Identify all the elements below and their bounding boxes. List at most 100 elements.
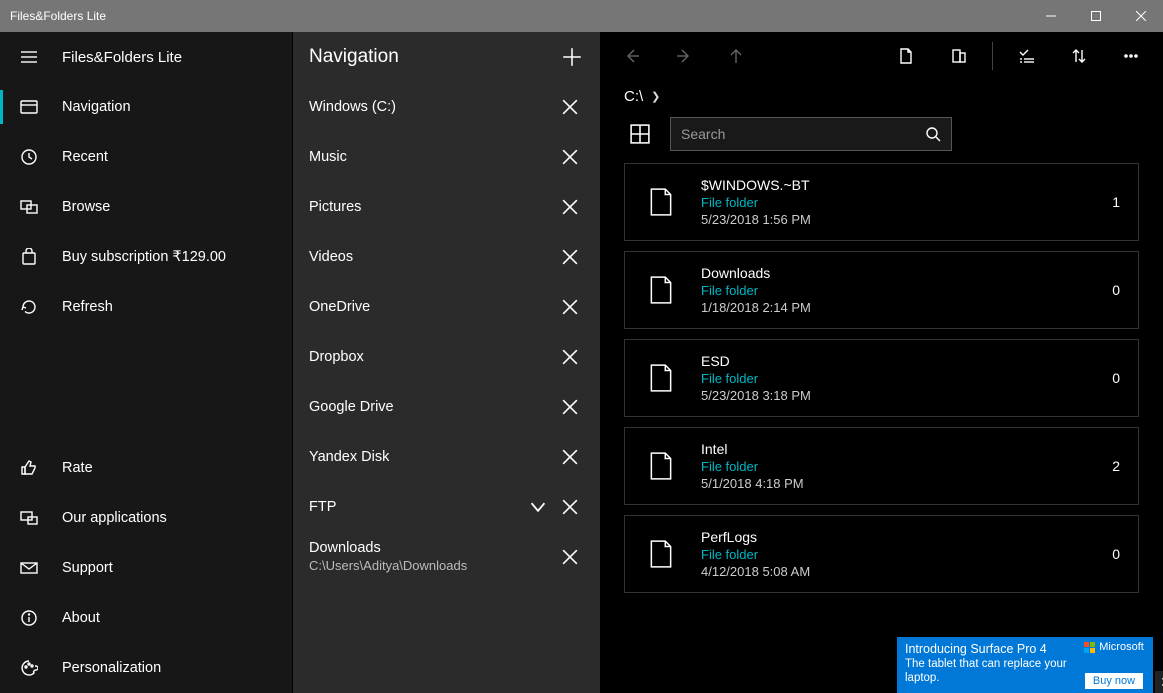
sidebar-item-recent[interactable]: Recent	[0, 132, 292, 182]
toolbar	[600, 32, 1163, 80]
advertisement[interactable]: Introducing Surface Pro 4 The tablet tha…	[897, 637, 1153, 693]
add-location-button[interactable]	[560, 45, 584, 69]
ad-close-button[interactable]: ✕	[1155, 671, 1163, 693]
select-button[interactable]	[1003, 34, 1051, 78]
clock-icon	[18, 146, 40, 168]
sidebar-item-personalization[interactable]: Personalization	[0, 643, 292, 693]
file-type: File folder	[701, 283, 1102, 298]
file-name: PerfLogs	[701, 529, 1102, 545]
search-box[interactable]	[670, 117, 952, 151]
refresh-icon	[18, 296, 40, 318]
window-title: Files&Folders Lite	[10, 9, 1028, 23]
file-type: File folder	[701, 195, 1102, 210]
file-item[interactable]: $WINDOWS.~BTFile folder5/23/2018 1:56 PM…	[624, 163, 1139, 241]
up-button[interactable]	[712, 34, 760, 78]
sidebar-item-label: Recent	[62, 149, 108, 165]
nav-item[interactable]: Windows (C:)	[293, 82, 600, 132]
remove-location-button[interactable]	[556, 299, 584, 315]
search-input[interactable]	[681, 126, 925, 142]
nav-item-label: Yandex Disk	[309, 449, 552, 465]
remove-location-button[interactable]	[556, 99, 584, 115]
window-titlebar: Files&Folders Lite	[0, 0, 1163, 32]
file-count: 0	[1102, 546, 1120, 562]
ad-brand: Microsoft	[1084, 641, 1144, 653]
breadcrumb[interactable]: C:\ ❯	[600, 80, 1163, 109]
file-list: $WINDOWS.~BTFile folder5/23/2018 1:56 PM…	[600, 163, 1163, 693]
nav-icon	[18, 96, 40, 118]
file-name: Intel	[701, 441, 1102, 457]
remove-location-button[interactable]	[556, 549, 584, 565]
sidebar-item-browse[interactable]: Browse	[0, 182, 292, 232]
file-type: File folder	[701, 547, 1102, 562]
nav-item-label: Downloads	[309, 540, 552, 556]
folder-icon	[643, 270, 679, 310]
nav-item[interactable]: Music	[293, 132, 600, 182]
nav-item[interactable]: Pictures	[293, 182, 600, 232]
sort-button[interactable]	[1055, 34, 1103, 78]
nav-item[interactable]: Videos	[293, 232, 600, 282]
nav-item[interactable]: Yandex Disk	[293, 432, 600, 482]
chevron-down-icon[interactable]	[524, 498, 552, 516]
nav-item-path: C:\Users\Aditya\Downloads	[309, 558, 552, 573]
ad-cta-button[interactable]: Buy now	[1085, 673, 1143, 689]
nav-item[interactable]: Dropbox	[293, 332, 600, 382]
file-count: 0	[1102, 282, 1120, 298]
file-count: 1	[1102, 194, 1120, 210]
nav-item-label: Videos	[309, 249, 552, 265]
new-file-button[interactable]	[882, 34, 930, 78]
remove-location-button[interactable]	[556, 449, 584, 465]
more-button[interactable]	[1107, 34, 1155, 78]
chevron-right-icon: ❯	[651, 90, 660, 103]
view-mode-button[interactable]	[624, 118, 656, 150]
remove-location-button[interactable]	[556, 399, 584, 415]
breadcrumb-segment[interactable]: C:\	[624, 88, 643, 105]
window-close-button[interactable]	[1118, 0, 1163, 32]
thumb-icon	[18, 457, 40, 479]
file-date: 5/23/2018 3:18 PM	[701, 388, 1102, 403]
folder-icon	[643, 358, 679, 398]
file-item[interactable]: Downloads File folder 1/18/2018 2:14 PM0	[624, 251, 1139, 329]
file-name: Downloads	[701, 265, 1102, 281]
remove-location-button[interactable]	[556, 499, 584, 515]
back-button[interactable]	[608, 34, 656, 78]
nav-item[interactable]: Google Drive	[293, 382, 600, 432]
new-folder-button[interactable]	[934, 34, 982, 78]
file-date: 1/18/2018 2:14 PM	[701, 300, 1102, 315]
sidebar-item-label: Our applications	[62, 510, 167, 526]
file-type: File folder	[701, 371, 1102, 386]
file-item[interactable]: PerfLogsFile folder4/12/2018 5:08 AM0	[624, 515, 1139, 593]
window-minimize-button[interactable]	[1028, 0, 1073, 32]
folder-icon	[643, 182, 679, 222]
remove-location-button[interactable]	[556, 199, 584, 215]
sidebar-app-title: Files&Folders Lite	[62, 49, 182, 66]
sidebar-item-refresh[interactable]: Refresh	[0, 282, 292, 332]
remove-location-button[interactable]	[556, 349, 584, 365]
mail-icon	[18, 557, 40, 579]
sidebar-item-rate[interactable]: Rate	[0, 443, 292, 493]
browse-icon	[18, 196, 40, 218]
sidebar-item-navigation[interactable]: Navigation	[0, 82, 292, 132]
hamburger-icon	[18, 46, 40, 68]
sidebar-item-support[interactable]: Support	[0, 543, 292, 593]
sidebar-item-about[interactable]: About	[0, 593, 292, 643]
sidebar-item-apps[interactable]: Our applications	[0, 493, 292, 543]
sidebar-item-label: Personalization	[62, 660, 161, 676]
nav-item[interactable]: Downloads C:\Users\Aditya\Downloads	[293, 532, 600, 581]
sidebar-item-buy[interactable]: Buy subscription ₹129.00	[0, 232, 292, 282]
file-item[interactable]: IntelFile folder5/1/2018 4:18 PM2	[624, 427, 1139, 505]
forward-button[interactable]	[660, 34, 708, 78]
remove-location-button[interactable]	[556, 149, 584, 165]
sidebar-item-label: Refresh	[62, 299, 113, 315]
apps-icon	[18, 507, 40, 529]
bag-icon	[18, 246, 40, 268]
sidebar-item-label: Support	[62, 560, 113, 576]
file-item[interactable]: ESDFile folder5/23/2018 3:18 PM0	[624, 339, 1139, 417]
window-maximize-button[interactable]	[1073, 0, 1118, 32]
nav-item[interactable]: OneDrive	[293, 282, 600, 332]
sidebar-item-label: Rate	[62, 460, 93, 476]
ad-title: Introducing Surface Pro 4	[905, 642, 1067, 656]
file-name: ESD	[701, 353, 1102, 369]
remove-location-button[interactable]	[556, 249, 584, 265]
sidebar-header[interactable]: Files&Folders Lite	[0, 32, 292, 82]
nav-item[interactable]: FTP	[293, 482, 600, 532]
